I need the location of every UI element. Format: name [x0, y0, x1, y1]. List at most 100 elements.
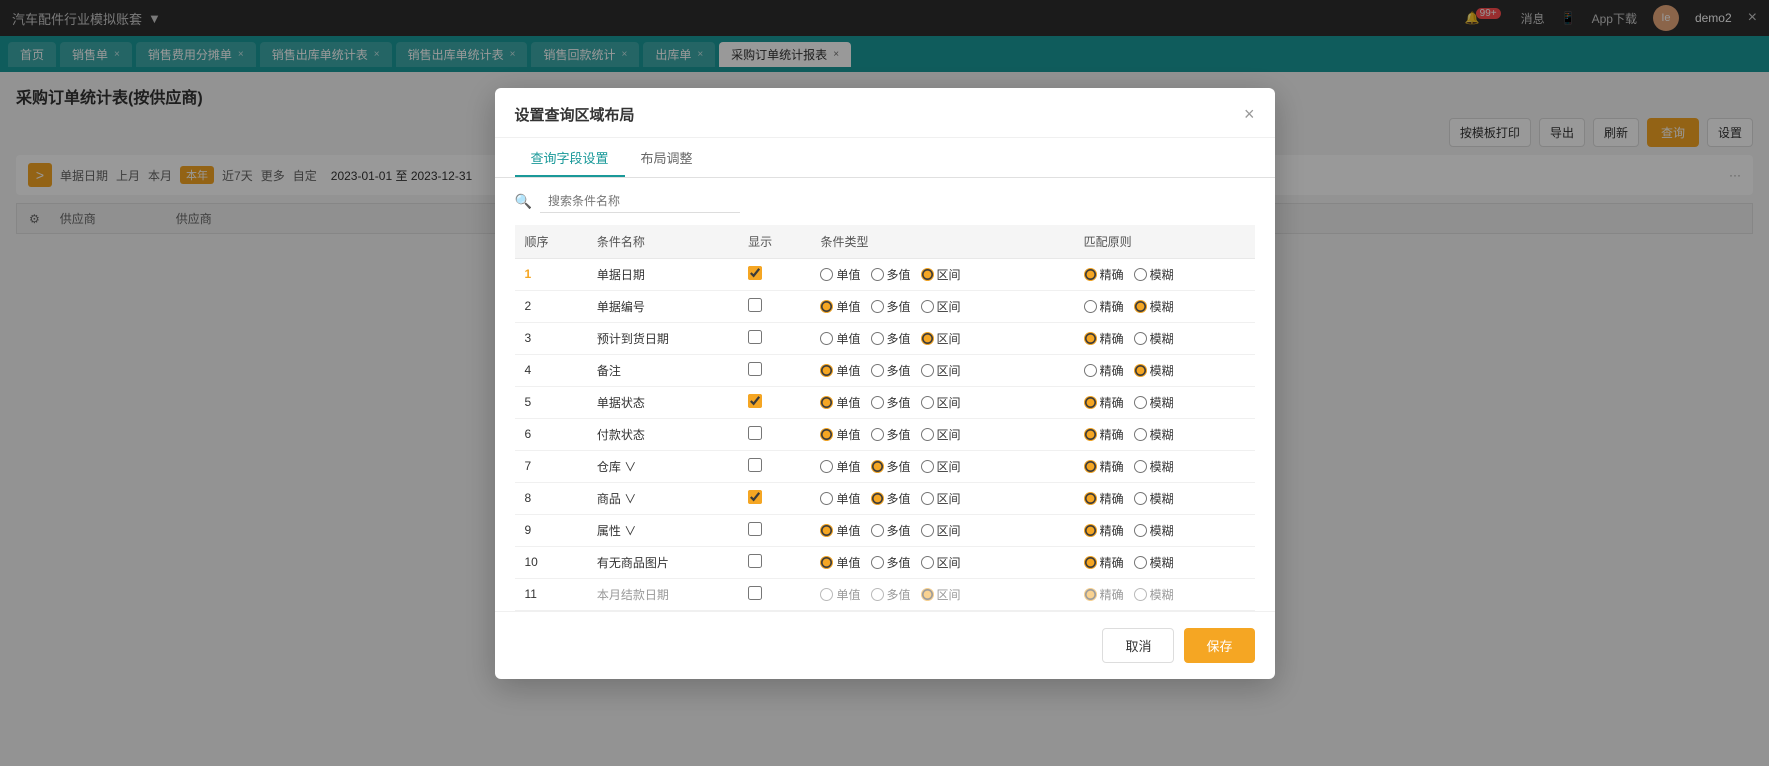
- match-radio-精确-5[interactable]: 精确: [1084, 394, 1124, 411]
- cell-display[interactable]: [738, 386, 810, 418]
- display-checkbox-7[interactable]: [748, 461, 762, 475]
- match-radio-精确-8[interactable]: 精确: [1084, 490, 1124, 507]
- cell-name: 单据编号: [587, 290, 738, 322]
- cell-display[interactable]: [738, 578, 810, 610]
- type-radio-区间-6[interactable]: 区间: [921, 426, 961, 443]
- type-radio-多值-3[interactable]: 多值: [871, 330, 911, 347]
- type-radio-单值-3[interactable]: 单值: [820, 330, 860, 347]
- display-checkbox-6[interactable]: [748, 429, 762, 443]
- match-radio-模糊-11[interactable]: 模糊: [1134, 586, 1174, 603]
- tab-layout-adjust[interactable]: 布局调整: [625, 138, 709, 177]
- cell-display[interactable]: [738, 546, 810, 578]
- type-radio-区间-4[interactable]: 区间: [921, 362, 961, 379]
- match-radio-精确-6[interactable]: 精确: [1084, 426, 1124, 443]
- cell-name: 单据状态: [587, 386, 738, 418]
- type-radio-区间-2[interactable]: 区间: [921, 298, 961, 315]
- display-checkbox-8[interactable]: [748, 493, 762, 507]
- type-radio-多值-2[interactable]: 多值: [871, 298, 911, 315]
- save-button[interactable]: 保存: [1184, 628, 1254, 663]
- cell-display[interactable]: [738, 258, 810, 290]
- cancel-button[interactable]: 取消: [1102, 628, 1174, 663]
- tab-layout-adjust-label: 布局调整: [641, 151, 693, 166]
- type-radio-区间-5[interactable]: 区间: [921, 394, 961, 411]
- display-checkbox-1[interactable]: [748, 269, 762, 283]
- cell-display[interactable]: [738, 482, 810, 514]
- cell-order: 10: [515, 546, 587, 578]
- cell-display[interactable]: [738, 354, 810, 386]
- match-radio-模糊-3[interactable]: 模糊: [1134, 330, 1174, 347]
- type-radio-多值-9[interactable]: 多值: [871, 522, 911, 539]
- type-radio-区间-7[interactable]: 区间: [921, 458, 961, 475]
- match-radio-精确-4[interactable]: 精确: [1084, 362, 1124, 379]
- match-radio-精确-9[interactable]: 精确: [1084, 522, 1124, 539]
- type-radio-区间-8[interactable]: 区间: [921, 490, 961, 507]
- table-row: 9 属性 ∨ 单值 多值 区间: [515, 514, 1255, 546]
- type-radio-单值-7[interactable]: 单值: [820, 458, 860, 475]
- type-radio-区间-3[interactable]: 区间: [921, 330, 961, 347]
- match-radio-精确-10[interactable]: 精确: [1084, 554, 1124, 571]
- cell-match: 精确 模糊: [1074, 578, 1255, 610]
- type-radio-多值-6[interactable]: 多值: [871, 426, 911, 443]
- dialog-close-button[interactable]: ×: [1244, 105, 1255, 123]
- match-radio-模糊-5[interactable]: 模糊: [1134, 394, 1174, 411]
- cell-order: 3: [515, 322, 587, 354]
- match-radio-group-10: 精确 模糊: [1084, 554, 1245, 571]
- type-radio-多值-5[interactable]: 多值: [871, 394, 911, 411]
- match-radio-精确-11[interactable]: 精确: [1084, 586, 1124, 603]
- cell-display[interactable]: [738, 514, 810, 546]
- type-radio-单值-1[interactable]: 单值: [820, 266, 860, 283]
- match-radio-模糊-6[interactable]: 模糊: [1134, 426, 1174, 443]
- display-checkbox-4[interactable]: [748, 365, 762, 379]
- display-checkbox-3[interactable]: [748, 333, 762, 347]
- type-radio-单值-6[interactable]: 单值: [820, 426, 860, 443]
- type-radio-单值-10[interactable]: 单值: [820, 554, 860, 571]
- cell-display[interactable]: [738, 418, 810, 450]
- type-radio-多值-10[interactable]: 多值: [871, 554, 911, 571]
- type-radio-单值-11[interactable]: 单值: [820, 586, 860, 603]
- display-checkbox-9[interactable]: [748, 525, 762, 539]
- fields-table: 顺序 条件名称 显示 条件类型 匹配原则 1 单据日期: [515, 225, 1255, 611]
- cell-name: 备注: [587, 354, 738, 386]
- match-radio-精确-7[interactable]: 精确: [1084, 458, 1124, 475]
- match-radio-模糊-4[interactable]: 模糊: [1134, 362, 1174, 379]
- match-radio-精确-2[interactable]: 精确: [1084, 298, 1124, 315]
- type-radio-多值-7[interactable]: 多值: [871, 458, 911, 475]
- display-checkbox-10[interactable]: [748, 557, 762, 571]
- match-radio-模糊-8[interactable]: 模糊: [1134, 490, 1174, 507]
- type-radio-单值-5[interactable]: 单值: [820, 394, 860, 411]
- type-radio-区间-10[interactable]: 区间: [921, 554, 961, 571]
- type-radio-group-7: 单值 多值 区间: [820, 458, 1063, 475]
- match-radio-精确-3[interactable]: 精确: [1084, 330, 1124, 347]
- type-radio-单值-4[interactable]: 单值: [820, 362, 860, 379]
- type-radio-多值-1[interactable]: 多值: [871, 266, 911, 283]
- type-radio-单值-8[interactable]: 单值: [820, 490, 860, 507]
- cell-match: 精确 模糊: [1074, 482, 1255, 514]
- display-checkbox-11[interactable]: [748, 589, 762, 603]
- display-checkbox-5[interactable]: [748, 397, 762, 411]
- type-radio-单值-2[interactable]: 单值: [820, 298, 860, 315]
- cell-display[interactable]: [738, 290, 810, 322]
- type-radio-区间-1[interactable]: 区间: [921, 266, 961, 283]
- match-radio-模糊-7[interactable]: 模糊: [1134, 458, 1174, 475]
- type-radio-多值-8[interactable]: 多值: [871, 490, 911, 507]
- match-radio-模糊-1[interactable]: 模糊: [1134, 266, 1174, 283]
- search-input[interactable]: [540, 190, 740, 213]
- type-radio-区间-11[interactable]: 区间: [921, 586, 961, 603]
- cell-display[interactable]: [738, 450, 810, 482]
- cell-order: 6: [515, 418, 587, 450]
- cell-display[interactable]: [738, 322, 810, 354]
- match-radio-模糊-9[interactable]: 模糊: [1134, 522, 1174, 539]
- tab-query-fields[interactable]: 查询字段设置: [515, 138, 625, 177]
- type-radio-区间-9[interactable]: 区间: [921, 522, 961, 539]
- match-radio-group-4: 精确 模糊: [1084, 362, 1245, 379]
- type-radio-单值-9[interactable]: 单值: [820, 522, 860, 539]
- display-checkbox-2[interactable]: [748, 301, 762, 315]
- match-radio-精确-1[interactable]: 精确: [1084, 266, 1124, 283]
- cell-name: 商品 ∨: [587, 482, 738, 514]
- match-radio-group-11: 精确 模糊: [1084, 586, 1245, 603]
- type-radio-group-5: 单值 多值 区间: [820, 394, 1063, 411]
- type-radio-多值-11[interactable]: 多值: [871, 586, 911, 603]
- type-radio-多值-4[interactable]: 多值: [871, 362, 911, 379]
- match-radio-模糊-10[interactable]: 模糊: [1134, 554, 1174, 571]
- match-radio-模糊-2[interactable]: 模糊: [1134, 298, 1174, 315]
